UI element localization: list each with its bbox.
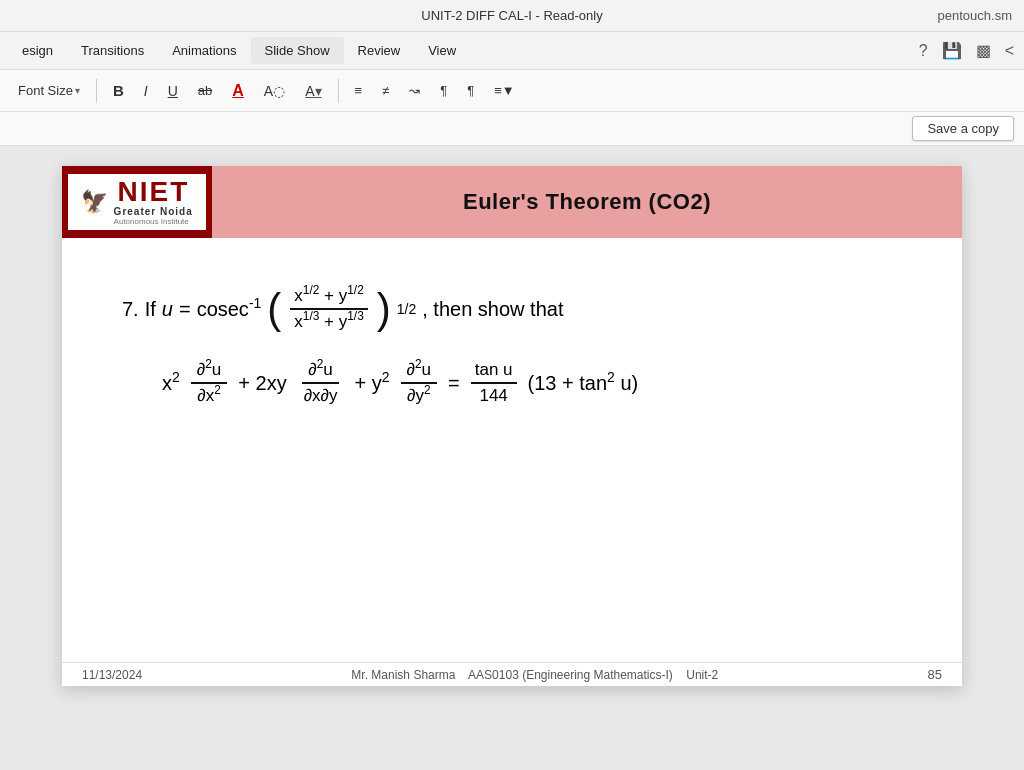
logo-icon: 🦅 [81, 189, 108, 215]
slide-header-title: Euler's Theorem (CO2) [212, 166, 962, 238]
highlight-button[interactable]: A◌ [256, 79, 293, 103]
align-button[interactable]: ≡▼ [486, 79, 522, 102]
partial2-den: ∂x∂y [298, 384, 344, 406]
save-icon[interactable]: 💾 [942, 41, 962, 60]
font-size-label: Font Size [18, 83, 73, 98]
display-icon[interactable]: ▩ [976, 41, 991, 60]
menu-item-transitions[interactable]: Transitions [67, 37, 158, 64]
formula-x-squared: x2 [162, 372, 180, 395]
slide-header: 🦅 NIET Greater Noida Autonomous Institut… [62, 166, 962, 238]
rhs-fraction: tan u 144 [471, 360, 517, 406]
fraction-numerator: x1/2 + y1/2 [290, 286, 367, 310]
slide: 🦅 NIET Greater Noida Autonomous Institut… [62, 166, 962, 686]
open-bracket-icon: ( [267, 292, 281, 326]
footer-date: 11/13/2024 [82, 668, 142, 682]
footer-author-info: Mr. Manish Sharma AAS0103 (Engineering M… [351, 668, 718, 682]
partial-derivative-1: ∂2u ∂x2 [191, 360, 228, 406]
font-color-button[interactable]: A [224, 78, 252, 104]
menu-item-view[interactable]: View [414, 37, 470, 64]
save-copy-button[interactable]: Save a copy [912, 116, 1014, 141]
logo-text-area: NIET Greater Noida Autonomous Institute [114, 178, 194, 226]
strikethrough-button[interactable]: ab [190, 79, 220, 102]
save-copy-bar: Save a copy [0, 112, 1024, 146]
logo-niet-text: NIET [114, 178, 194, 206]
title-bar-right-text: pentouch.sm [938, 8, 1012, 23]
problem-cosec: cosec-1 [197, 298, 262, 321]
close-bracket-icon: ) [377, 292, 391, 326]
footer-unit: Unit-2 [686, 668, 718, 682]
slide-footer: 11/13/2024 Mr. Manish Sharma AAS0103 (En… [62, 662, 962, 686]
inner-fraction: x1/2 + y1/2 x1/3 + y1/3 [290, 286, 367, 332]
problem-if-text: If [145, 298, 156, 321]
partial1-num: ∂2u [191, 360, 228, 384]
toolbar-separator-2 [338, 79, 339, 103]
menu-bar: esign Transitions Animations Slide Show … [0, 32, 1024, 70]
font-size-arrow-icon: ▾ [75, 85, 80, 96]
menu-item-esign[interactable]: esign [8, 37, 67, 64]
logo-inner: 🦅 NIET Greater Noida Autonomous Institut… [68, 174, 206, 230]
title-bar: UNIT-2 DIFF CAL-I - Read-only pentouch.s… [0, 0, 1024, 32]
slide-body: 7. If u = cosec-1 ( x1/2 + y1/2 x1/3 + y… [62, 238, 962, 662]
formula-equals: = [448, 372, 460, 395]
formula-plus-y2: + y2 [354, 372, 389, 395]
rhs-num: tan u [471, 360, 517, 384]
problem-line: 7. If u = cosec-1 ( x1/2 + y1/2 x1/3 + y… [122, 286, 902, 332]
menu-item-animations[interactable]: Animations [158, 37, 250, 64]
fraction-denominator: x1/3 + y1/3 [290, 310, 367, 332]
paragraph-button[interactable]: ¶ [432, 79, 455, 102]
font-color2-button[interactable]: A▾ [297, 79, 329, 103]
menu-item-slideshow[interactable]: Slide Show [251, 37, 344, 64]
help-icon[interactable]: ? [919, 42, 928, 60]
menu-bar-icons: ? 💾 ▩ < [919, 41, 1014, 60]
numbered-list-button[interactable]: ≠ [374, 79, 397, 102]
main-area: 🦅 NIET Greater Noida Autonomous Institut… [0, 146, 1024, 770]
partial2-num: ∂2u [302, 360, 339, 384]
italic-button[interactable]: I [136, 79, 156, 103]
problem-variable: u [162, 298, 173, 321]
rhs-den: 144 [475, 384, 511, 406]
footer-page-number: 85 [928, 667, 942, 682]
footer-course: AAS0103 (Engineering Mathematics-I) [468, 668, 673, 682]
logo-subtext2: Autonomous Institute [114, 217, 189, 226]
bullet-list-button[interactable]: ≡ [347, 79, 371, 102]
partial1-den: ∂x2 [191, 384, 227, 406]
logo-subtext: Greater Noida [114, 206, 193, 217]
slide-logo: 🦅 NIET Greater Noida Autonomous Institut… [62, 166, 212, 238]
partial-derivative-3: ∂2u ∂y2 [401, 360, 438, 406]
partial3-den: ∂y2 [401, 384, 437, 406]
title-bar-text: UNIT-2 DIFF CAL-I - Read-only [421, 8, 602, 23]
underline-button[interactable]: U [160, 79, 186, 103]
partial3-num: ∂2u [401, 360, 438, 384]
problem-then-text: , then show that [422, 298, 563, 321]
menu-item-review[interactable]: Review [344, 37, 415, 64]
toolbar: Font Size ▾ B I U ab A A◌ A▾ ≡ ≠ ↝ ¶ ¶ ≡… [0, 70, 1024, 112]
pilcrow-button[interactable]: ¶ [459, 79, 482, 102]
bold-button[interactable]: B [105, 78, 132, 103]
slide-title-text: Euler's Theorem (CO2) [463, 189, 711, 215]
formula-line: x2 ∂2u ∂x2 + 2xy ∂2u ∂x∂y + y2 ∂2u ∂y2 = [162, 360, 902, 406]
font-size-dropdown[interactable]: Font Size ▾ [10, 79, 88, 102]
footer-author: Mr. Manish Sharma [351, 668, 455, 682]
toolbar-separator-1 [96, 79, 97, 103]
formula-plus-2xy: + 2xy [238, 372, 286, 395]
formula-factor: (13 + tan2 u) [528, 372, 639, 395]
problem-equals-sign: = [179, 298, 191, 321]
share-icon[interactable]: < [1005, 42, 1014, 60]
indent-increase-button[interactable]: ↝ [401, 79, 428, 102]
partial-derivative-2: ∂2u ∂x∂y [298, 360, 344, 406]
problem-number: 7. [122, 298, 139, 321]
